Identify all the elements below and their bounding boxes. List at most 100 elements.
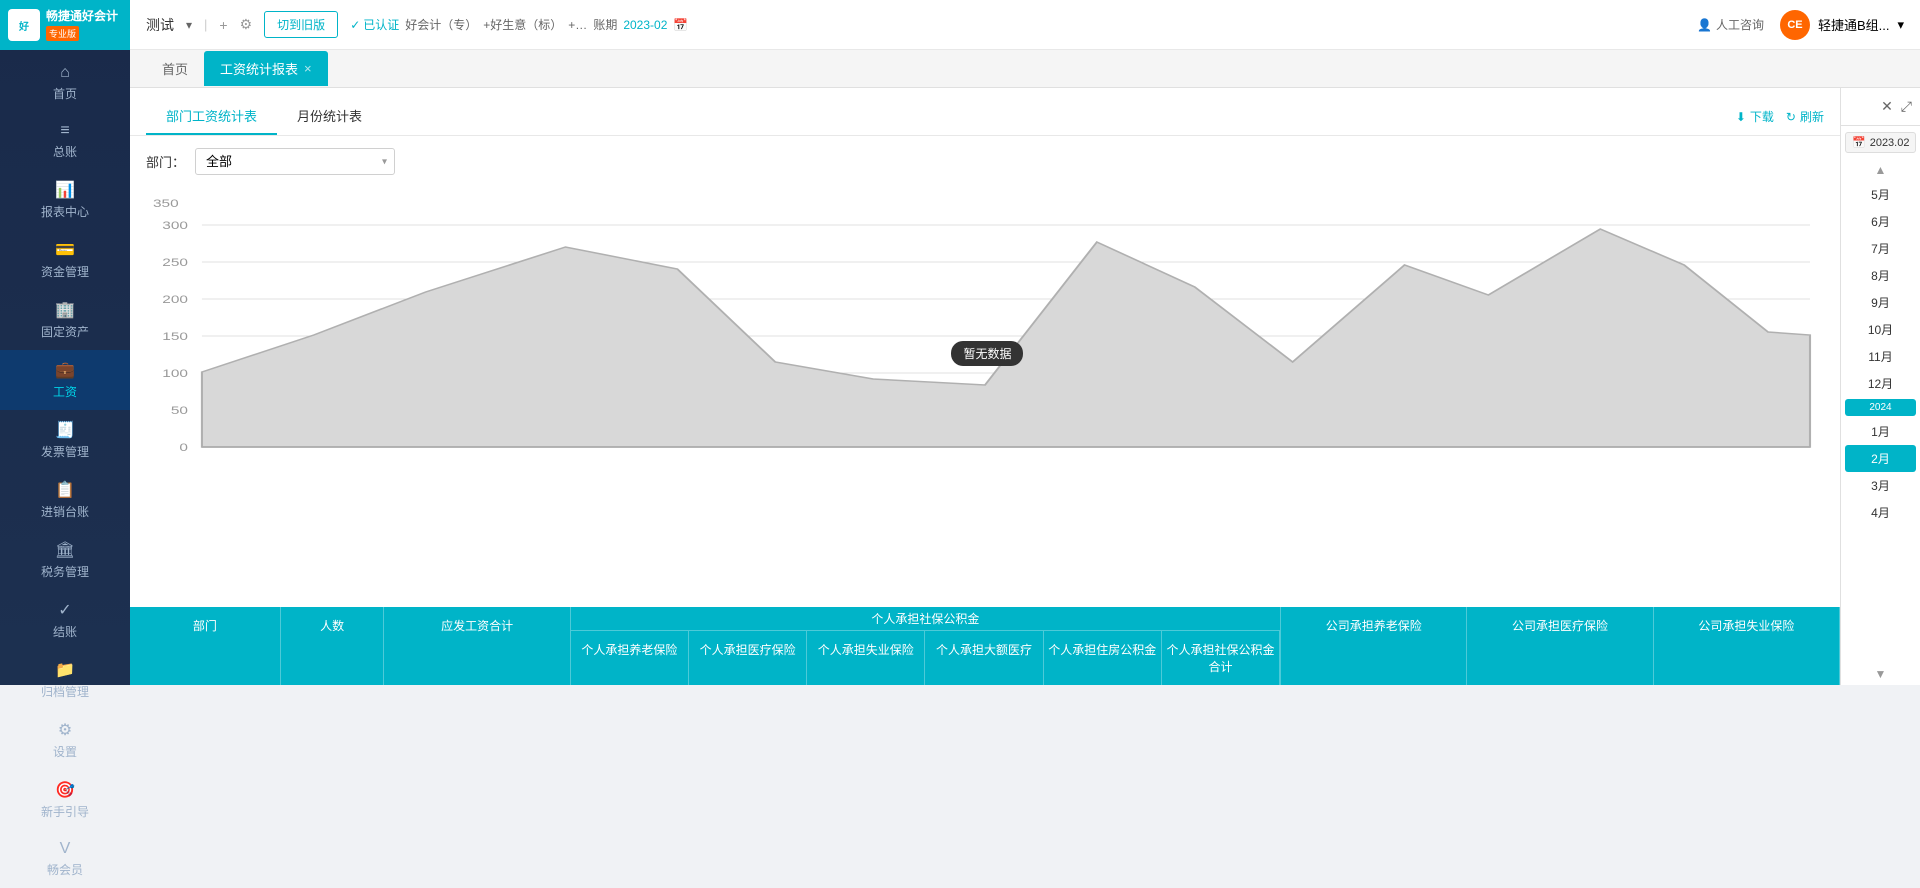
month-10[interactable]: 10月 bbox=[1841, 316, 1920, 343]
period-value: 2023-02 bbox=[623, 18, 667, 32]
sidebar-logo: 好 畅捷通好会计 专业版 bbox=[0, 0, 130, 50]
sub-tab-dept[interactable]: 部门工资统计表 bbox=[146, 98, 277, 135]
sidebar-item-guide[interactable]: 🎯 新手引导 bbox=[0, 770, 130, 830]
filter-select-wrapper: 全部 ▾ bbox=[195, 148, 395, 175]
panel-expand-btn[interactable]: ⤢ bbox=[1901, 98, 1912, 115]
month-2-active[interactable]: 2月 bbox=[1845, 445, 1916, 472]
month-4[interactable]: 4月 bbox=[1841, 499, 1920, 526]
sidebar-item-payroll[interactable]: 💼 工资 bbox=[0, 350, 130, 410]
year-value[interactable]: 📅 2023.02 bbox=[1845, 132, 1916, 153]
topbar-title: 测试 bbox=[146, 15, 174, 35]
sub-tab-monthly[interactable]: 月份统计表 bbox=[277, 98, 382, 135]
sidebar-item-invoice[interactable]: 🧾 发票管理 bbox=[0, 410, 130, 470]
settings-icon: ⚙ bbox=[58, 720, 72, 740]
download-btn[interactable]: ⬇ 下载 bbox=[1736, 108, 1774, 125]
sidebar-nav: ⌂ 首页 ≡ 总账 📊 报表中心 💳 资金管理 🏢 固定资产 💼 工资 bbox=[0, 50, 130, 888]
topbar-dropdown[interactable]: ▾ bbox=[186, 18, 192, 32]
sidebar-item-archive[interactable]: 📁 归档管理 bbox=[0, 650, 130, 710]
refresh-icon: ↻ bbox=[1786, 110, 1796, 124]
user-menu[interactable]: CE 轻捷通B组... ▾ bbox=[1780, 10, 1904, 40]
home-icon: ⌂ bbox=[60, 64, 70, 82]
archive-icon: 📁 bbox=[55, 660, 75, 680]
svg-text:350: 350 bbox=[153, 197, 179, 209]
panel-close-btn[interactable]: ✕ bbox=[1881, 98, 1893, 115]
main-area: 测试 ▾ | + ⚙ 切到旧版 ✓ 已认证 好会计（专） +好生意（标） +… … bbox=[130, 0, 1920, 685]
year-nav-bottom: ▼ bbox=[1841, 663, 1920, 685]
period-label: 账期 bbox=[593, 16, 617, 33]
tab-home[interactable]: 首页 bbox=[146, 51, 204, 86]
sidebar-item-reports[interactable]: 📊 报表中心 bbox=[0, 170, 130, 230]
sidebar-item-assets[interactable]: 🏢 固定资产 bbox=[0, 290, 130, 350]
sidebar-item-settings[interactable]: ⚙ 设置 bbox=[0, 710, 130, 770]
sub-tabs-actions: ⬇ 下载 ↻ 刷新 bbox=[1736, 108, 1824, 125]
badge-more: +… bbox=[568, 18, 587, 32]
year-selector: 📅 2023.02 bbox=[1841, 126, 1920, 159]
sidebar-item-member[interactable]: V 畅会员 bbox=[0, 830, 130, 888]
th-personal-group-label: 个人承担社保公积金 bbox=[571, 607, 1280, 631]
tab-close-btn[interactable]: × bbox=[304, 61, 312, 76]
month-11[interactable]: 11月 bbox=[1841, 343, 1920, 370]
finance-icon: 💳 bbox=[55, 240, 75, 260]
th-company-medical: 公司承担医疗保险 bbox=[1467, 607, 1653, 685]
svg-text:200: 200 bbox=[162, 293, 188, 305]
year-2024-badge: 2024 bbox=[1845, 399, 1916, 416]
download-icon: ⬇ bbox=[1736, 110, 1746, 124]
table-header-row1: 部门 人数 应发工资合计 个人承担社保公积金 个人承担养老保险 个人承担医疗保险… bbox=[130, 607, 1840, 685]
content-main: 部门工资统计表 月份统计表 ⬇ 下载 ↻ 刷新 bbox=[130, 88, 1840, 685]
month-list: 5月 6月 7月 8月 9月 10月 11月 12月 2024 1月 2月 3月… bbox=[1841, 181, 1920, 663]
year-down-btn[interactable]: ▼ bbox=[1873, 665, 1889, 683]
topbar: 测试 ▾ | + ⚙ 切到旧版 ✓ 已认证 好会计（专） +好生意（标） +… … bbox=[130, 0, 1920, 50]
month-5[interactable]: 5月 bbox=[1841, 181, 1920, 208]
svg-text:250: 250 bbox=[162, 256, 188, 268]
sidebar-item-sales[interactable]: 📋 进销台账 bbox=[0, 470, 130, 530]
member-icon: V bbox=[60, 840, 71, 858]
year-nav: ▲ bbox=[1841, 159, 1920, 181]
chart-area: 0 50 100 150 200 250 300 350 bbox=[130, 187, 1840, 607]
month-3[interactable]: 3月 bbox=[1841, 472, 1920, 499]
th-personal-group: 个人承担社保公积金 个人承担养老保险 个人承担医疗保险 个人承担失业保险 个人承… bbox=[571, 607, 1281, 685]
svg-text:300: 300 bbox=[162, 219, 188, 231]
user-dropdown-icon: ▾ bbox=[1897, 17, 1904, 33]
th-personal-unemploy: 个人承担失业保险 bbox=[807, 631, 925, 685]
dept-filter-select[interactable]: 全部 bbox=[195, 148, 395, 175]
settings-button[interactable]: ⚙ bbox=[240, 16, 253, 33]
th-company-pension: 公司承担养老保险 bbox=[1281, 607, 1467, 685]
right-panel: ✕ ⤢ 📅 2023.02 ▲ 5月 6月 7月 8月 bbox=[1840, 88, 1920, 685]
month-6[interactable]: 6月 bbox=[1841, 208, 1920, 235]
sidebar-item-home[interactable]: ⌂ 首页 bbox=[0, 54, 130, 112]
add-button[interactable]: + bbox=[219, 17, 227, 33]
tabbar: 首页 工资统计报表 × bbox=[130, 50, 1920, 88]
th-personal-sub: 个人承担养老保险 个人承担医疗保险 个人承担失业保险 个人承担大额医疗 个人承担… bbox=[571, 631, 1280, 685]
calendar-small-icon: 📅 bbox=[1852, 136, 1866, 149]
switch-to-old-btn[interactable]: 切到旧版 bbox=[264, 11, 338, 38]
calendar-icon[interactable]: 📅 bbox=[673, 18, 688, 32]
month-9[interactable]: 9月 bbox=[1841, 289, 1920, 316]
refresh-btn[interactable]: ↻ 刷新 bbox=[1786, 108, 1824, 125]
year-up-btn[interactable]: ▲ bbox=[1873, 161, 1889, 179]
guide-icon: 🎯 bbox=[55, 780, 75, 800]
month-8[interactable]: 8月 bbox=[1841, 262, 1920, 289]
svg-text:50: 50 bbox=[171, 404, 188, 416]
sidebar-item-closing[interactable]: ✓ 结账 bbox=[0, 590, 130, 650]
month-12[interactable]: 12月 bbox=[1841, 370, 1920, 397]
tab-payroll-report[interactable]: 工资统计报表 × bbox=[204, 51, 328, 86]
help-icon: 👤 bbox=[1697, 18, 1712, 32]
bottom-table: 部门 人数 应发工资合计 个人承担社保公积金 个人承担养老保险 个人承担医疗保险… bbox=[130, 607, 1840, 685]
month-1[interactable]: 1月 bbox=[1841, 418, 1920, 445]
check-icon: ✓ bbox=[350, 18, 360, 32]
topbar-badges: ✓ 已认证 好会计（专） +好生意（标） +… 账期 2023-02 📅 bbox=[350, 16, 688, 33]
sidebar-item-tax[interactable]: 🏛 税务管理 bbox=[0, 530, 130, 590]
month-7[interactable]: 7月 bbox=[1841, 235, 1920, 262]
badge-good-business: +好生意（标） bbox=[483, 16, 562, 33]
help-button[interactable]: 👤 人工咨询 bbox=[1697, 16, 1764, 33]
topbar-right: 👤 人工咨询 CE 轻捷通B组... ▾ bbox=[1697, 10, 1904, 40]
sidebar-item-ledger[interactable]: ≡ 总账 bbox=[0, 112, 130, 170]
svg-text:0: 0 bbox=[179, 441, 188, 453]
th-company-unemploy: 公司承担失业保险 bbox=[1654, 607, 1840, 685]
area-chart: 0 50 100 150 200 250 300 350 bbox=[146, 187, 1824, 487]
th-personal-medical: 个人承担医疗保险 bbox=[689, 631, 807, 685]
th-personal-pension: 个人承担养老保险 bbox=[571, 631, 689, 685]
reports-icon: 📊 bbox=[55, 180, 75, 200]
sidebar-item-finance[interactable]: 💳 资金管理 bbox=[0, 230, 130, 290]
svg-text:150: 150 bbox=[162, 330, 188, 342]
